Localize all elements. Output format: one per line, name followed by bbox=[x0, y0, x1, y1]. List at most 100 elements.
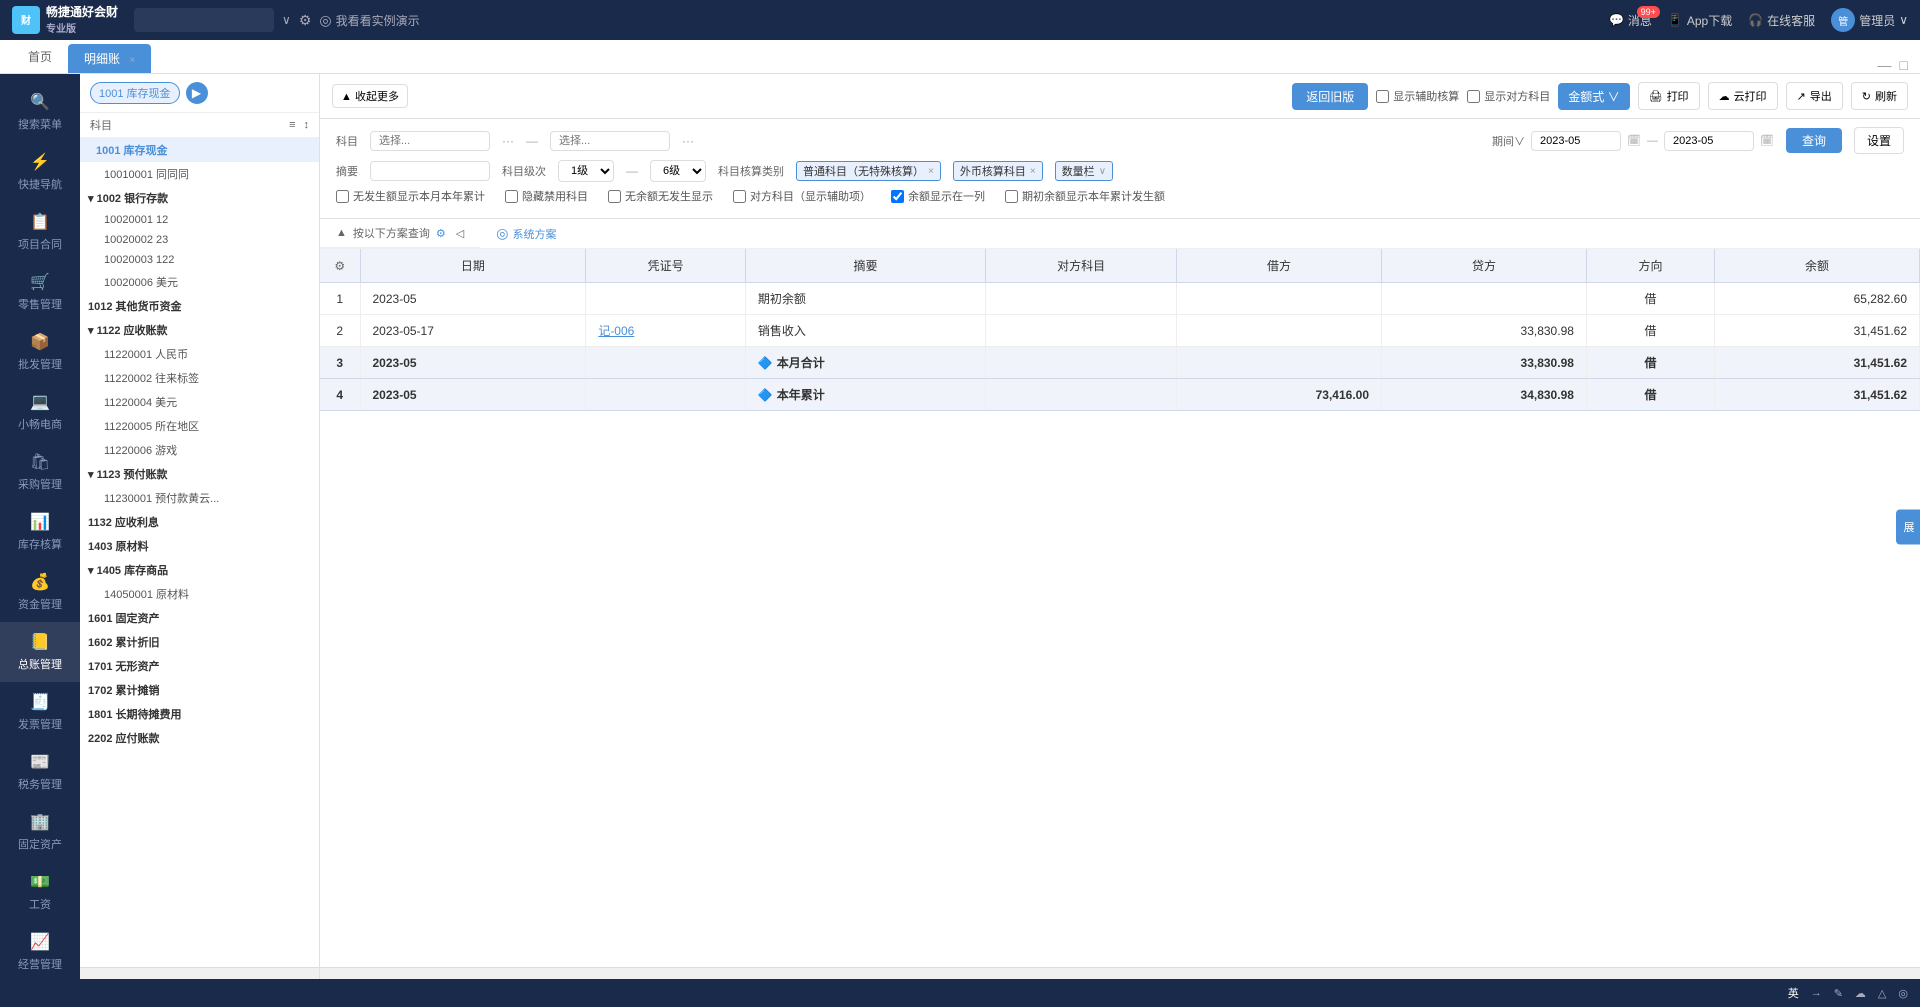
sidebar-item-purchase[interactable]: 🛍 采购管理 bbox=[0, 442, 80, 502]
sidebar-item-project[interactable]: 📋 项目合同 bbox=[0, 202, 80, 262]
tree-item-10020003[interactable]: 10020003 122 bbox=[80, 250, 319, 270]
tab-detail[interactable]: 明细账 × bbox=[68, 44, 151, 73]
sidebar-item-wholesale[interactable]: 📦 批发管理 bbox=[0, 322, 80, 382]
tree-item-11220001[interactable]: 11220001 人民币 bbox=[80, 342, 319, 366]
checkbox-balance-one-col[interactable]: 余额显示在一列 bbox=[891, 188, 985, 204]
tree-item-1132[interactable]: 1132 应收利息 bbox=[80, 510, 319, 534]
tree-item-2202[interactable]: 2202 应付账款 bbox=[80, 726, 319, 750]
sidebar-item-search[interactable]: 🔍 搜索菜单 bbox=[0, 82, 80, 142]
filter-tag-normal-close[interactable]: × bbox=[928, 166, 934, 177]
sidebar-item-quick[interactable]: ⚡ 快捷导航 bbox=[0, 142, 80, 202]
app-download-button[interactable]: 📱 App下载 bbox=[1668, 12, 1732, 29]
tree-menu-icon[interactable]: ≡ bbox=[289, 119, 295, 131]
tree-item-1012[interactable]: 1012 其他货币资金 bbox=[80, 294, 319, 318]
refresh-button[interactable]: ↻ 刷新 bbox=[1851, 82, 1908, 110]
setting-button[interactable]: 设置 bbox=[1854, 127, 1904, 154]
collapse-more-button[interactable]: ▲ 收起更多 bbox=[332, 84, 408, 108]
sidebar-item-ledger[interactable]: 📒 总账管理 bbox=[0, 622, 80, 682]
tab-minimize-button[interactable]: — bbox=[1878, 57, 1892, 73]
status-cloud[interactable]: ☁ bbox=[1855, 987, 1866, 1000]
period-end-input[interactable] bbox=[1664, 131, 1754, 151]
summary-input[interactable] bbox=[370, 161, 490, 181]
right-collapse-tab[interactable]: 展 bbox=[1896, 509, 1920, 544]
left-panel-scrollbar[interactable] bbox=[80, 967, 319, 979]
sidebar-item-ops[interactable]: 📈 经营管理 bbox=[0, 922, 80, 979]
tree-item-1702[interactable]: 1702 累计摊销 bbox=[80, 678, 319, 702]
tree-sort-icon[interactable]: ↕ bbox=[304, 119, 310, 131]
th-gear[interactable]: ⚙ bbox=[320, 249, 360, 283]
status-lang[interactable]: 英 bbox=[1788, 985, 1799, 1001]
sidebar-item-salary[interactable]: 💵 工资 bbox=[0, 862, 80, 922]
sidebar-item-fixed[interactable]: 🏢 固定资产 bbox=[0, 802, 80, 862]
tree-item-10010001[interactable]: 10010001 同同同 bbox=[80, 162, 319, 186]
status-triangle[interactable]: △ bbox=[1878, 987, 1886, 1000]
tree-item-1403[interactable]: 1403 原材料 bbox=[80, 534, 319, 558]
sidebar-item-capital[interactable]: 💰 资金管理 bbox=[0, 562, 80, 622]
filter-tag-foreign-close[interactable]: × bbox=[1030, 166, 1036, 177]
sidebar-item-tax[interactable]: 📰 税务管理 bbox=[0, 742, 80, 802]
tab-close-icon[interactable]: × bbox=[129, 55, 135, 66]
sidebar-item-invoice[interactable]: 🧾 发票管理 bbox=[0, 682, 80, 742]
tree-item-1801[interactable]: 1801 长期待摊费用 bbox=[80, 702, 319, 726]
user-avatar-button[interactable]: 管 管理员 ∨ bbox=[1831, 8, 1908, 32]
tab-home[interactable]: 首页 bbox=[12, 42, 68, 73]
filter-tag-normal[interactable]: 普通科目（无特殊核算） × bbox=[796, 161, 941, 181]
tree-item-11220004[interactable]: 11220004 美元 bbox=[80, 390, 319, 414]
cloud-print-button[interactable]: ☁ 云打印 bbox=[1708, 82, 1778, 110]
checkbox-no-balance[interactable]: 无发生额显示本月本年累计 bbox=[336, 188, 485, 204]
tree-item-1001[interactable]: 1001 库存现金 bbox=[80, 138, 319, 162]
checkbox-period-balance[interactable]: 期初余额显示本年累计发生额 bbox=[1005, 188, 1165, 204]
tree-item-10020006[interactable]: 10020006 美元 bbox=[80, 270, 319, 294]
tree-item-14050001[interactable]: 14050001 原材料 bbox=[80, 582, 319, 606]
subject-input[interactable] bbox=[370, 131, 490, 151]
tree-item-1701[interactable]: 1701 无形资产 bbox=[80, 654, 319, 678]
tree-item-1123[interactable]: ▾ 1123 预付账款 bbox=[80, 462, 319, 486]
tree-item-1602[interactable]: 1602 累计折旧 bbox=[80, 630, 319, 654]
filter-tag-quantity-close[interactable]: ∨ bbox=[1099, 166, 1106, 177]
subject-input-end[interactable] bbox=[550, 131, 670, 151]
show-contra-checkbox[interactable]: 显示对方科目 bbox=[1467, 88, 1550, 104]
checkbox-contra-subject[interactable]: 对方科目（显示辅助项） bbox=[733, 188, 871, 204]
filter-tag-foreign[interactable]: 外币核算科目 × bbox=[953, 161, 1043, 181]
sidebar-item-inventory[interactable]: 📊 库存核算 bbox=[0, 502, 80, 562]
tree-item-1601[interactable]: 1601 固定资产 bbox=[80, 606, 319, 630]
settings-gear-icon[interactable]: ⚙ bbox=[299, 12, 312, 29]
search-bar[interactable] bbox=[134, 8, 274, 32]
status-circle[interactable]: ◎ bbox=[1898, 987, 1908, 1000]
status-edit[interactable]: ✎ bbox=[1834, 987, 1843, 1000]
print-button[interactable]: 🖨 打印 bbox=[1638, 82, 1700, 110]
period-start-input[interactable] bbox=[1531, 131, 1621, 151]
export-button[interactable]: ↗ 导出 bbox=[1786, 82, 1843, 110]
filter-collapse-btn[interactable]: ▲ 按以下方案查询 ⚙ ◁ bbox=[320, 219, 480, 248]
tree-item-11220005[interactable]: 11220005 所在地区 bbox=[80, 414, 319, 438]
tree-item-10020002[interactable]: 10020002 23 bbox=[80, 230, 319, 250]
tree-item-11220006[interactable]: 11220006 游戏 bbox=[80, 438, 319, 462]
tree-item-11220002[interactable]: 11220002 往来标签 bbox=[80, 366, 319, 390]
nav-arrow-right[interactable]: ▶ bbox=[186, 82, 208, 104]
tab-maximize-button[interactable]: □ bbox=[1900, 57, 1908, 73]
message-button[interactable]: 💬 消息 99+ bbox=[1609, 12, 1652, 29]
dropdown-btn[interactable]: ∨ bbox=[282, 13, 291, 27]
checkbox-no-balance-show[interactable]: 无余额无发生显示 bbox=[608, 188, 713, 204]
sidebar-item-retail[interactable]: 🛒 零售管理 bbox=[0, 262, 80, 322]
online-service-button[interactable]: 🎧 在线客服 bbox=[1748, 12, 1815, 29]
tree-item-10020001[interactable]: 10020001 12 bbox=[80, 210, 319, 230]
level-start-select[interactable]: 1级2级3级 bbox=[558, 160, 614, 182]
scheme-link[interactable]: ◎ 系统方案 bbox=[496, 225, 556, 242]
tree-item-1002[interactable]: ▾ 1002 银行存款 bbox=[80, 186, 319, 210]
query-button[interactable]: 查询 bbox=[1786, 128, 1842, 153]
demo-link[interactable]: ◎ 我看看实例演示 bbox=[319, 12, 419, 29]
level-end-select[interactable]: 6级5级4级 bbox=[650, 160, 706, 182]
show-aux-checkbox[interactable]: 显示辅助核算 bbox=[1376, 88, 1459, 104]
horizontal-scrollbar[interactable] bbox=[320, 967, 1920, 979]
subject-tag[interactable]: 1001 库存现金 bbox=[90, 82, 180, 104]
tree-item-11230001[interactable]: 11230001 预付款黄云... bbox=[80, 486, 319, 510]
voucher-link[interactable]: 记-006 bbox=[598, 324, 634, 338]
sidebar-item-ecommerce[interactable]: 💻 小畅电商 bbox=[0, 382, 80, 442]
checkbox-hide-disabled[interactable]: 隐藏禁用科目 bbox=[505, 188, 588, 204]
return-old-version-button[interactable]: 返回旧版 bbox=[1292, 83, 1368, 110]
filter-tag-quantity[interactable]: 数量栏 ∨ bbox=[1055, 161, 1113, 181]
status-arrow[interactable]: → bbox=[1811, 987, 1822, 999]
tree-item-1122[interactable]: ▾ 1122 应收账款 bbox=[80, 318, 319, 342]
amount-format-button[interactable]: 金额式 ∨ bbox=[1558, 83, 1629, 110]
